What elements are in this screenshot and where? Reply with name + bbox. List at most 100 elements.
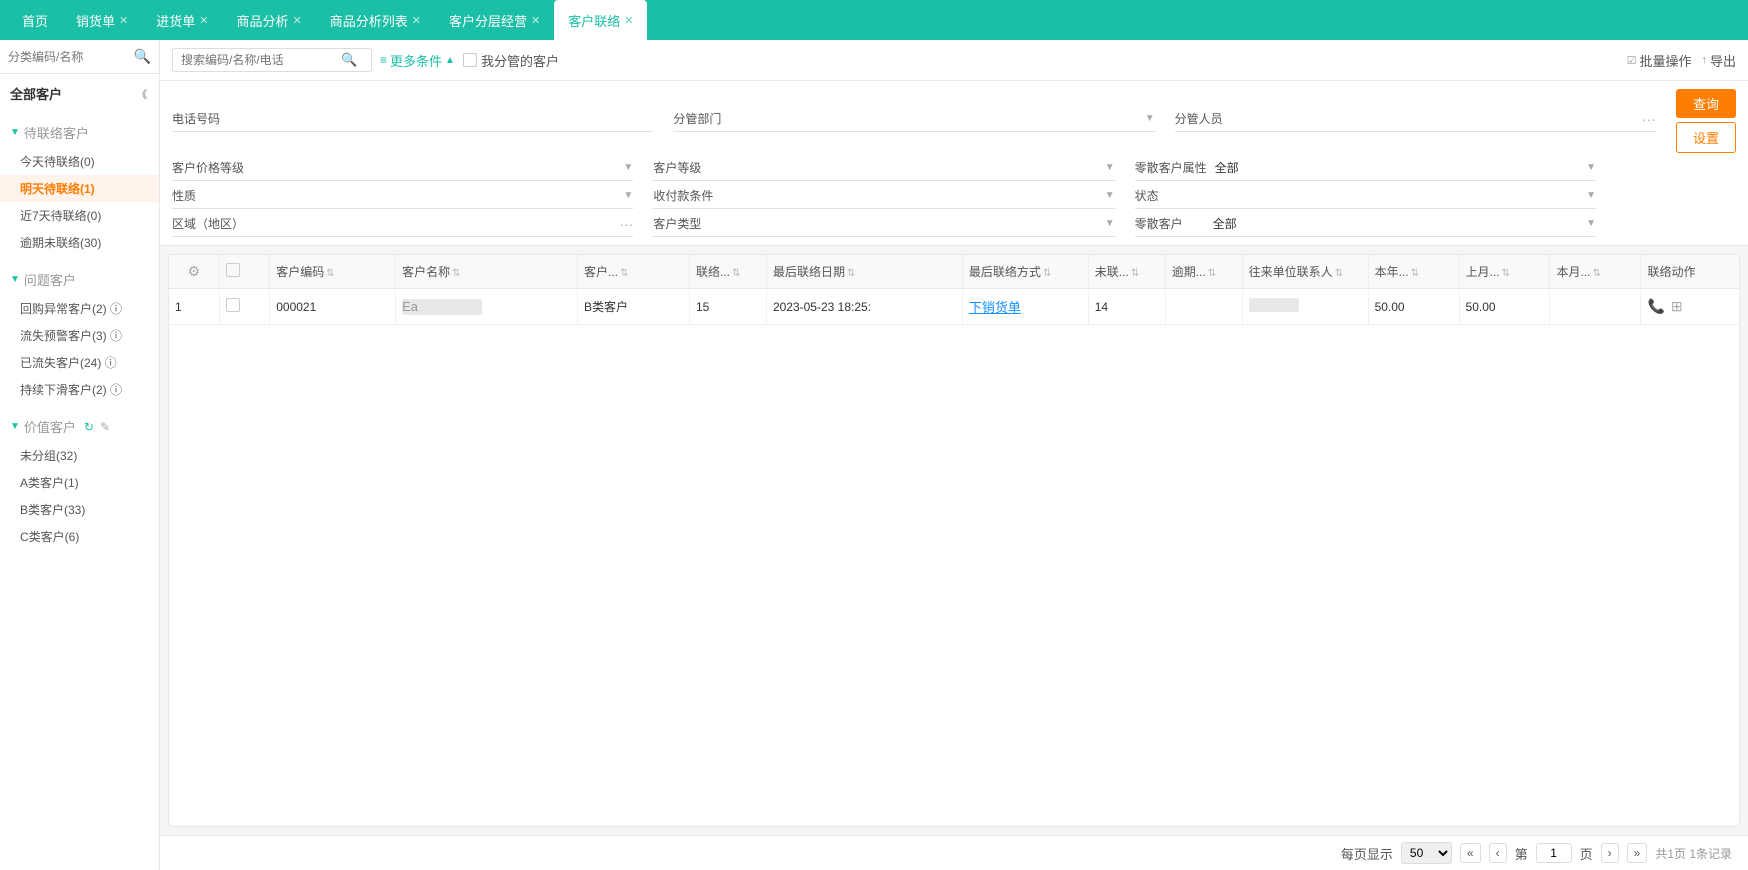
filter-person-select[interactable]: ··· (1253, 111, 1656, 127)
filter-customer-level-select[interactable]: ▼ (731, 162, 1114, 173)
sidebar-value-toggle[interactable]: ▼ (10, 421, 20, 432)
filter-cell-payment: 收付款条件 ▼ (653, 187, 1114, 209)
col-header-unit-contact[interactable]: 往来单位联系人⇅ (1242, 255, 1368, 289)
nav-analysis-close[interactable]: ✕ (293, 14, 302, 27)
page-size-select[interactable]: 50 10 20 100 (1401, 842, 1452, 864)
nav-home[interactable]: 首页 (8, 0, 62, 40)
col-header-name[interactable]: 客户名称⇅ (396, 255, 578, 289)
sidebar-item-7days[interactable]: 近7天待联络(0) (0, 202, 159, 229)
main-search-icon[interactable]: 🔍 (341, 52, 357, 68)
sidebar-search-icon[interactable]: 🔍 (134, 48, 151, 65)
filter-actions: 查询 设置 (1676, 89, 1736, 153)
sort-last-date-icon: ⇅ (847, 268, 855, 279)
filter-retail-arrow: ▼ (1586, 218, 1596, 229)
nav-customer-tier-close[interactable]: ✕ (531, 14, 540, 27)
prev-page-btn[interactable]: ‹ (1489, 843, 1507, 863)
query-button[interactable]: 查询 (1676, 89, 1736, 118)
sidebar-item-tomorrow[interactable]: 明天待联络(1) (0, 175, 159, 202)
cell-last-way[interactable]: 下销货单 (962, 289, 1088, 325)
filter-status-select[interactable]: ▼ (1213, 190, 1596, 201)
filter-row-3: 性质 ▼ 收付款条件 ▼ 状态 (172, 187, 1736, 209)
my-customers-checkbox[interactable]: 我分管的客户 (463, 51, 559, 70)
sidebar-item-today[interactable]: 今天待联络(0) (0, 148, 159, 175)
export-btn[interactable]: ↑ 导出 (1701, 51, 1736, 70)
col-header-last-way[interactable]: 最后联络方式⇅ (962, 255, 1088, 289)
nav-customer-contact-close[interactable]: ✕ (624, 14, 633, 27)
filter-retail-select[interactable]: ▼ (1243, 218, 1596, 229)
action-grid-icon[interactable]: ⊞ (1671, 298, 1683, 315)
filter-dept-select[interactable]: ▼ (751, 113, 1154, 124)
sidebar-value-refresh[interactable]: ↻ (84, 420, 94, 434)
col-header-code[interactable]: 客户编码⇅ (270, 255, 396, 289)
col-header-contact[interactable]: 联络...⇅ (689, 255, 766, 289)
sidebar-value-edit[interactable]: ✎ (100, 420, 110, 434)
sidebar-item-overdue[interactable]: 逾期未联络(30) (0, 229, 159, 256)
nav-sales-close[interactable]: ✕ (119, 14, 128, 27)
sort-last-way-icon: ⇅ (1043, 268, 1051, 279)
sidebar-item-churned[interactable]: 已流失客户(24) ⓘ (0, 349, 159, 376)
sidebar-item-churn-warning[interactable]: 流失预警客户(3) ⓘ (0, 322, 159, 349)
sidebar-item-c-class[interactable]: C类客户(6) (0, 523, 159, 550)
first-page-btn[interactable]: « (1460, 843, 1481, 863)
col-header-actions: 联络动作 (1641, 255, 1739, 289)
sidebar-pending-label: ▼ 待联络客户 (0, 117, 159, 148)
last-way-link[interactable]: 下销货单 (969, 300, 1021, 315)
sidebar-item-b-class[interactable]: B类客户(33) (0, 496, 159, 523)
cell-contact: 15 (689, 289, 766, 325)
more-conditions-btn[interactable]: ≡ 更多条件 ▲ (380, 51, 455, 70)
filter-payment-select[interactable]: ▼ (731, 190, 1114, 201)
filter-retail-attr-select[interactable]: ▼ (1245, 162, 1596, 173)
filter-person-dots[interactable]: ··· (1642, 111, 1656, 127)
filter-region-select[interactable]: ··· (252, 216, 633, 232)
filter-cell-dept: 分管部门 ▼ (673, 110, 1154, 132)
nav-analysis-list-close[interactable]: ✕ (412, 14, 421, 27)
sidebar-all-customers-header[interactable]: 全部客户 《 (0, 78, 159, 109)
nav-sales[interactable]: 销货单 ✕ (62, 0, 142, 40)
filter-region-dots[interactable]: ··· (619, 216, 633, 232)
filter-status-arrow: ▼ (1586, 190, 1596, 201)
sidebar-item-ungrouped[interactable]: 未分组(32) (0, 442, 159, 469)
sidebar-item-a-class[interactable]: A类客户(1) (0, 469, 159, 496)
next-page-btn[interactable]: › (1601, 843, 1619, 863)
sidebar-item-declining[interactable]: 持续下滑客户(2) ⓘ (0, 376, 159, 403)
last-page-btn[interactable]: » (1627, 843, 1648, 863)
filter-customer-type-select[interactable]: ▼ (731, 218, 1114, 229)
filter-customer-level-arrow: ▼ (1105, 162, 1115, 173)
nav-purchase-close[interactable]: ✕ (199, 14, 208, 27)
sidebar-problem-toggle[interactable]: ▼ (10, 274, 20, 285)
col-header-uncontact[interactable]: 未联...⇅ (1088, 255, 1165, 289)
page-number-input[interactable] (1536, 843, 1572, 863)
bottom-bar: 每页显示 50 10 20 100 « ‹ 第 页 › » 共1页 1条记录 (160, 835, 1748, 870)
col-header-overdue[interactable]: 逾期...⇅ (1165, 255, 1242, 289)
nav-purchase[interactable]: 进货单 ✕ (142, 0, 222, 40)
col-header-this-month[interactable]: 本月...⇅ (1550, 255, 1641, 289)
col-header-type[interactable]: 客户...⇅ (578, 255, 690, 289)
filter-cell-retail: 零散客户 全部 ▼ (1135, 215, 1596, 237)
table-body: 1 000021 Ea B类客户 15 2023-05-23 18:25: 下销… (169, 289, 1739, 325)
table-settings-icon[interactable]: ⚙ (188, 263, 201, 280)
col-header-last-month[interactable]: 上月...⇅ (1459, 255, 1550, 289)
sidebar-pending-toggle[interactable]: ▼ (10, 127, 20, 138)
main-search-input[interactable] (181, 53, 341, 67)
col-header-settings[interactable]: ⚙ (169, 255, 219, 289)
row-checkbox[interactable] (226, 298, 240, 312)
col-header-this-year[interactable]: 本年...⇅ (1368, 255, 1459, 289)
my-customers-check[interactable] (463, 53, 477, 67)
batch-op-btn[interactable]: ☑ 批量操作 (1627, 51, 1692, 70)
nav-analysis[interactable]: 商品分析 ✕ (222, 0, 315, 40)
col-header-last-date[interactable]: 最后联络日期⇅ (766, 255, 962, 289)
header-checkbox[interactable] (226, 263, 240, 277)
filter-price-level-select[interactable]: ▼ (252, 162, 633, 173)
col-header-check[interactable] (219, 255, 269, 289)
set-button[interactable]: 设置 (1676, 122, 1736, 153)
filter-bar: 🔍 ≡ 更多条件 ▲ 我分管的客户 ☑ 批量操作 ↑ 导出 (160, 40, 1748, 81)
filter-nature-select[interactable]: ▼ (250, 190, 633, 201)
cell-check[interactable] (219, 289, 269, 325)
sidebar-item-repurchase-abnormal[interactable]: 回购异常客户(2) ⓘ (0, 295, 159, 322)
filter-phone-input[interactable] (250, 112, 653, 126)
nav-customer-contact[interactable]: 客户联络 ✕ (554, 0, 647, 40)
sidebar-search-input[interactable] (8, 50, 134, 64)
nav-analysis-list[interactable]: 商品分析列表 ✕ (316, 0, 435, 40)
action-phone-icon[interactable]: 📞 (1647, 298, 1664, 315)
nav-customer-tier[interactable]: 客户分层经营 ✕ (435, 0, 554, 40)
